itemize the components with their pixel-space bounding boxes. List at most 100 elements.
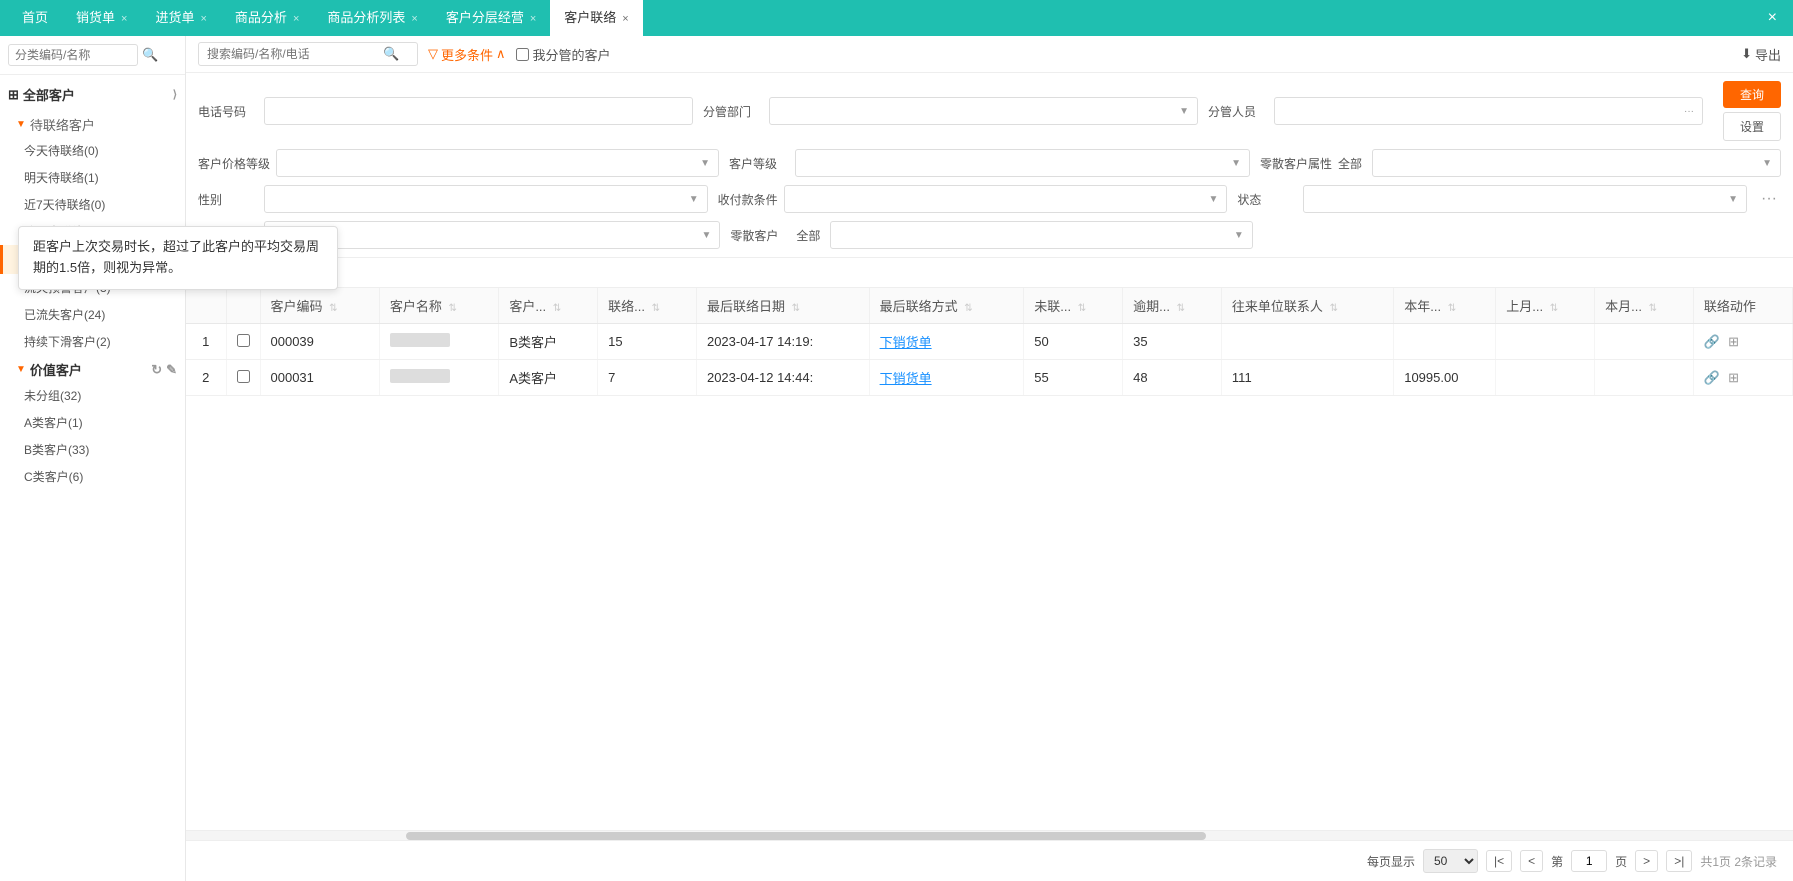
nav-product-analysis[interactable]: 商品分析× xyxy=(221,0,313,36)
row-1-checkbox[interactable] xyxy=(237,334,250,347)
nav-purchase-close[interactable]: × xyxy=(200,13,206,25)
price-grade-arrow: ▼ xyxy=(700,158,710,169)
sidebar-search-input[interactable] xyxy=(8,44,138,66)
more-conditions-button[interactable]: ▽ 更多条件 ∧ xyxy=(428,45,506,64)
sidebar-item-7days[interactable]: 近7天待联络(0) xyxy=(0,191,185,218)
row-2-link-icon[interactable]: 🔗 xyxy=(1704,370,1720,386)
row-2-method-link[interactable]: 下销货单 xyxy=(880,371,932,386)
col-overdue[interactable]: 逾期... ⇅ xyxy=(1123,288,1222,324)
col-current-year-sort[interactable]: ⇅ xyxy=(1448,303,1456,314)
nav-product-analysis-close[interactable]: × xyxy=(293,13,299,25)
col-contact-person[interactable]: 往来单位联系人 ⇅ xyxy=(1221,288,1393,324)
nav-home[interactable]: 首页 xyxy=(8,0,62,36)
payment-select[interactable]: ▼ xyxy=(784,185,1228,213)
sidebar-item-ungroup[interactable]: 未分组(32) xyxy=(0,382,185,409)
col-contact-count-sort[interactable]: ⇅ xyxy=(652,303,660,314)
phone-label: 电话号码 xyxy=(198,103,258,120)
row-2-checkbox[interactable] xyxy=(237,370,250,383)
sidebar-all-customers[interactable]: ⊞ 全部客户 ⟩ xyxy=(0,79,185,110)
nav-sales[interactable]: 销货单× xyxy=(62,0,141,36)
nav-customer-segment[interactable]: 客户分层经营× xyxy=(432,0,550,36)
sidebar-item-tomorrow[interactable]: 明天待联络(1) xyxy=(0,164,185,191)
col-contact-count[interactable]: 联络... ⇅ xyxy=(598,288,697,324)
col-last-method[interactable]: 最后联络方式 ⇅ xyxy=(869,288,1024,324)
search-input[interactable] xyxy=(207,47,377,61)
sidebar-pending-group[interactable]: ▼ 待联络客户 xyxy=(0,110,185,137)
next-page-button[interactable]: > xyxy=(1635,850,1658,872)
col-grade-sort[interactable]: ⇅ xyxy=(553,303,561,314)
table-scroll-wrap[interactable]: 客户编码 ⇅ 客户名称 ⇅ 客户... ⇅ xyxy=(186,288,1793,830)
col-grade[interactable]: 客户... ⇅ xyxy=(499,288,598,324)
search-icon[interactable]: 🔍 xyxy=(383,46,399,62)
filter-icon: ▽ xyxy=(428,46,438,62)
col-last-date-sort[interactable]: ⇅ xyxy=(792,303,800,314)
refresh-icon[interactable]: ↻ xyxy=(151,362,162,378)
prev-page-button[interactable]: < xyxy=(1520,850,1543,872)
filter-row-3: 性别 ▼ 收付款条件 ▼ 状态 ▼ ··· xyxy=(198,185,1781,213)
sidebar-item-a-class[interactable]: A类客户(1) xyxy=(0,409,185,436)
page-size-select[interactable]: 50 20 100 xyxy=(1423,849,1478,873)
filter-retail-customer: 零散客户 全部 ▼ xyxy=(730,221,1252,249)
nav-product-list[interactable]: 商品分析列表× xyxy=(313,0,431,36)
nav-sales-close[interactable]: × xyxy=(121,13,127,25)
nav-customer-contact[interactable]: 客户联络× xyxy=(550,0,642,36)
export-button[interactable]: ⬇ 导出 xyxy=(1741,45,1781,64)
sidebar-item-declining[interactable]: 持续下滑客户(2) xyxy=(0,328,185,355)
col-current-month-sort[interactable]: ⇅ xyxy=(1649,303,1657,314)
nav-purchase[interactable]: 进货单× xyxy=(141,0,220,36)
sidebar-value-group[interactable]: ▼ 价值客户 ↻ ✎ xyxy=(0,355,185,382)
customer-grade-select[interactable]: ▼ xyxy=(795,149,1250,177)
row-1-method-link[interactable]: 下销货单 xyxy=(880,335,932,350)
row-2-last-method[interactable]: 下销货单 xyxy=(869,360,1024,396)
manager-select[interactable]: ··· xyxy=(1274,97,1703,125)
collapse-icon[interactable]: ⟩ xyxy=(173,88,177,101)
col-last-method-sort[interactable]: ⇅ xyxy=(964,303,972,314)
sidebar-item-today[interactable]: 今天待联络(0) xyxy=(0,137,185,164)
col-name-sort[interactable]: ⇅ xyxy=(449,303,457,314)
sidebar-search-icon[interactable]: 🔍 xyxy=(142,47,158,63)
last-page-button[interactable]: >| xyxy=(1666,850,1692,872)
row-1-link-icon[interactable]: 🔗 xyxy=(1704,334,1720,350)
col-last-month[interactable]: 上月... ⇅ xyxy=(1496,288,1595,324)
col-overdue-sort[interactable]: ⇅ xyxy=(1177,303,1185,314)
my-customers-checkbox[interactable] xyxy=(516,48,529,61)
row-2-contact-count: 7 xyxy=(598,360,697,396)
col-code[interactable]: 客户编码 ⇅ xyxy=(260,288,379,324)
retail-customer-select[interactable]: ▼ xyxy=(830,221,1252,249)
pencil-icon[interactable]: ✎ xyxy=(166,362,177,378)
col-contact-person-sort[interactable]: ⇅ xyxy=(1330,303,1338,314)
nav-customer-contact-close[interactable]: × xyxy=(622,13,628,25)
dept-select[interactable]: ▼ xyxy=(769,97,1198,125)
horizontal-scrollbar[interactable] xyxy=(186,830,1793,840)
phone-input[interactable] xyxy=(264,97,693,125)
col-name[interactable]: 客户名称 ⇅ xyxy=(379,288,498,324)
price-grade-select[interactable]: ▼ xyxy=(276,149,719,177)
col-code-sort[interactable]: ⇅ xyxy=(329,303,337,314)
row-1-grid-icon[interactable]: ⊞ xyxy=(1728,334,1739,350)
col-no-contact[interactable]: 未联... ⇅ xyxy=(1024,288,1123,324)
scroll-thumb[interactable] xyxy=(406,832,1206,840)
close-all-button[interactable]: × xyxy=(1760,9,1785,27)
retail-attr-select[interactable]: ▼ xyxy=(1372,149,1781,177)
nav-customer-segment-close[interactable]: × xyxy=(530,13,536,25)
query-button[interactable]: 查询 xyxy=(1723,81,1781,108)
row-1-last-method[interactable]: 下销货单 xyxy=(869,324,1024,360)
row-1-grade: B类客户 xyxy=(499,324,598,360)
status-select[interactable]: ▼ xyxy=(1303,185,1747,213)
page-number-input[interactable] xyxy=(1571,850,1607,872)
tooltip-text: 距客户上次交易时长，超过了此客户的平均交易周期的1.5倍，则视为异常。 xyxy=(33,239,319,275)
col-current-year[interactable]: 本年... ⇅ xyxy=(1394,288,1496,324)
col-no-contact-sort[interactable]: ⇅ xyxy=(1078,303,1086,314)
first-page-button[interactable]: |< xyxy=(1486,850,1512,872)
row-2-grid-icon[interactable]: ⊞ xyxy=(1728,370,1739,386)
sidebar-item-churned[interactable]: 已流失客户(24) xyxy=(0,301,185,328)
more-dots-button[interactable]: ··· xyxy=(1757,190,1781,208)
nav-product-list-close[interactable]: × xyxy=(411,13,417,25)
col-last-month-sort[interactable]: ⇅ xyxy=(1550,303,1558,314)
col-last-date[interactable]: 最后联络日期 ⇅ xyxy=(696,288,869,324)
sidebar-item-c-class[interactable]: C类客户(6) xyxy=(0,463,185,490)
sidebar-item-b-class[interactable]: B类客户(33) xyxy=(0,436,185,463)
gender-select[interactable]: ▼ xyxy=(264,185,708,213)
settings-button[interactable]: 设置 xyxy=(1723,112,1781,141)
col-current-month[interactable]: 本月... ⇅ xyxy=(1595,288,1694,324)
